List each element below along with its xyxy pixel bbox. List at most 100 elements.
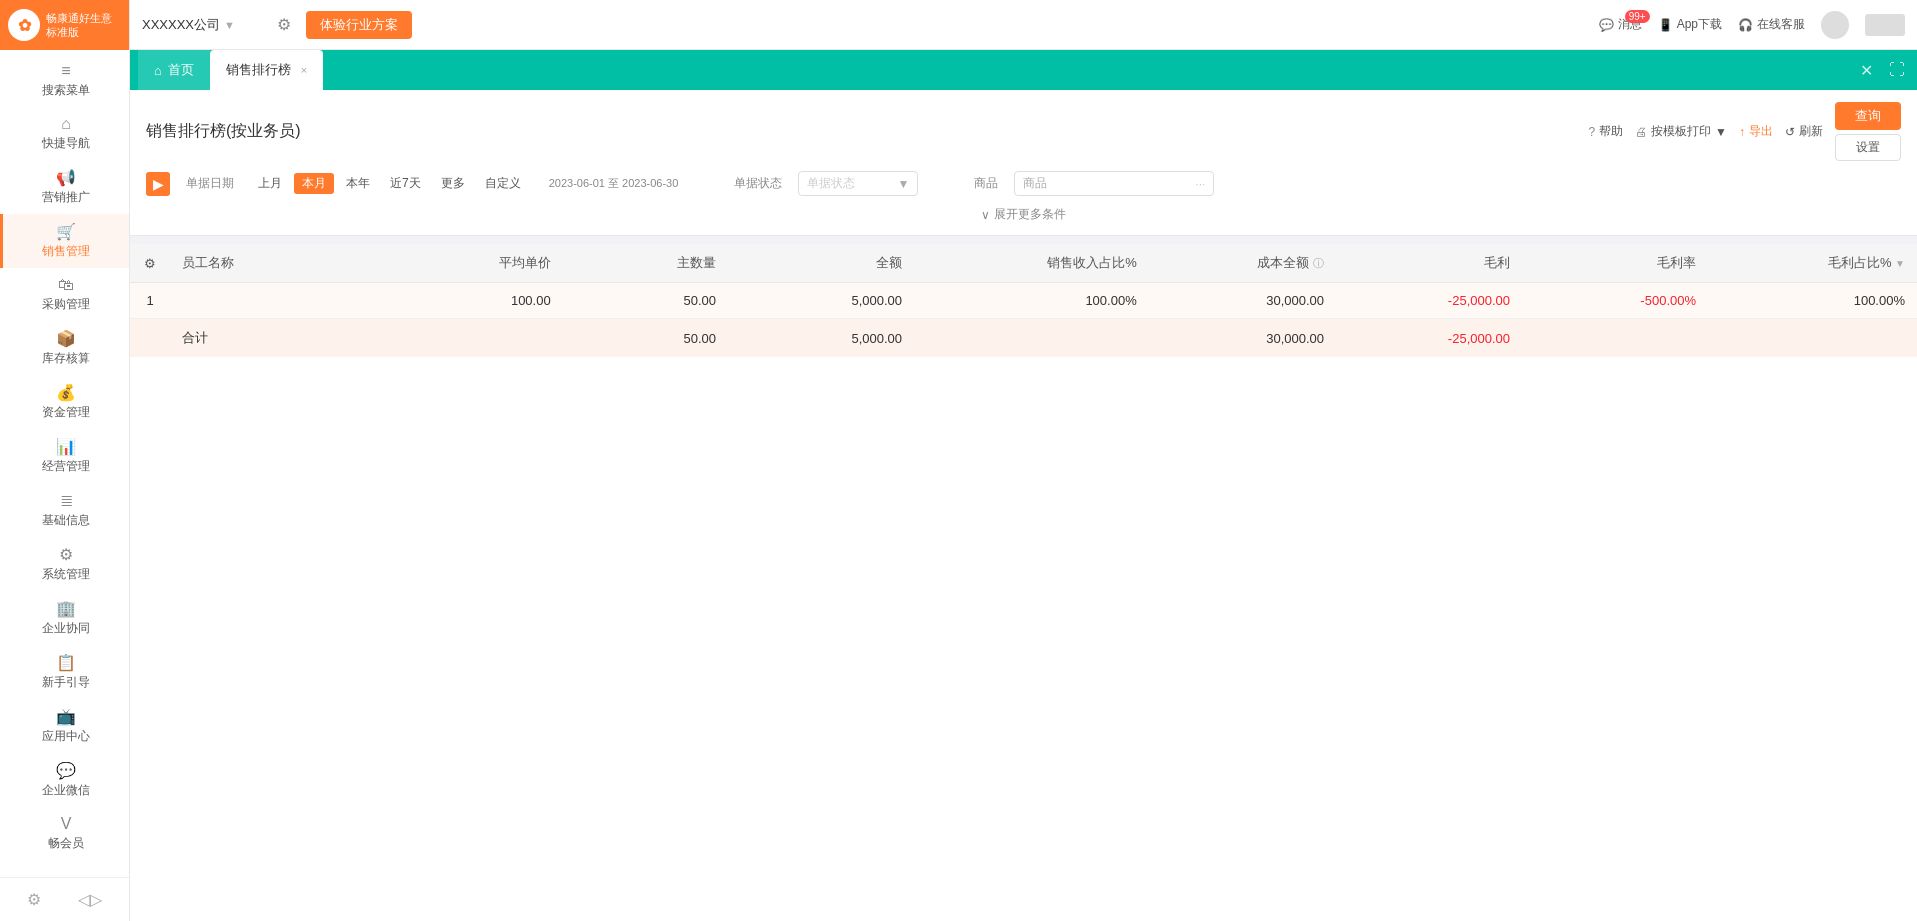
- date-tab-上月[interactable]: 上月: [250, 173, 290, 194]
- content-area: 销售排行榜(按业务员) ? 帮助 🖨 按模板打印 ▼ ↑ 导出: [130, 90, 1917, 921]
- sidebar-collapse-btn[interactable]: ◁▷: [74, 886, 106, 913]
- query-button[interactable]: 查询: [1835, 102, 1901, 130]
- print-dropdown-arrow[interactable]: ▼: [1715, 125, 1727, 139]
- nav-icon-sales: 🛒: [56, 222, 76, 241]
- date-tab-本月[interactable]: 本月: [294, 173, 334, 194]
- date-tab-本年[interactable]: 本年: [338, 173, 378, 194]
- app-download-label: App下载: [1677, 16, 1722, 33]
- message-btn[interactable]: 💬 消息 99+: [1599, 16, 1642, 33]
- footer-avg-price: [377, 319, 563, 358]
- online-service-btn[interactable]: 🎧 在线客服: [1738, 16, 1805, 33]
- margin-pct-sort-icon: ▼: [1895, 258, 1905, 269]
- topbar-settings-btn[interactable]: ⚙: [270, 11, 298, 39]
- sidebar-item-appstore[interactable]: 📺应用中心: [0, 699, 129, 753]
- cell-amount: 5,000.00: [728, 283, 914, 319]
- sidebar-settings-btn[interactable]: ⚙: [23, 886, 45, 913]
- date-label: 单据日期: [186, 175, 234, 192]
- main-area: XXXXXX公司 ▼ ⚙ 体验行业方案 💬 消息 99+ 📱 App下载 🎧 在…: [130, 0, 1917, 921]
- cell-sales-pct: 100.00%: [914, 283, 1149, 319]
- nav-label-wechat: 企业微信: [42, 782, 90, 799]
- nav-label-search: 搜索菜单: [42, 82, 90, 99]
- date-tab-更多[interactable]: 更多: [433, 173, 473, 194]
- nav-icon-finance: 💰: [56, 383, 76, 402]
- sidebar-item-sales[interactable]: 🛒销售管理: [0, 214, 129, 268]
- sidebar-item-inventory[interactable]: 📦 库存核算: [0, 321, 129, 375]
- sidebar-item-purchase[interactable]: 🛍采购管理: [0, 268, 129, 321]
- sidebar-item-basic[interactable]: ≣基础信息: [0, 483, 129, 537]
- date-tab-近7天[interactable]: 近7天: [382, 173, 429, 194]
- cell-index: 1: [130, 283, 170, 319]
- goods-input[interactable]: 商品 ···: [1014, 171, 1214, 196]
- date-tabs: 上月本月本年近7天更多自定义: [250, 173, 529, 194]
- sidebar-item-marketing[interactable]: 📢营销推广: [0, 160, 129, 214]
- filter-expand-arrow[interactable]: ▶: [146, 172, 170, 196]
- export-btn[interactable]: ↑ 导出: [1739, 123, 1773, 140]
- date-tab-自定义[interactable]: 自定义: [477, 173, 529, 194]
- logo-text: 畅康通好生意 标准版: [46, 11, 112, 40]
- nav-icon-guide: 📋: [56, 653, 76, 672]
- cell-margin-pct: 100.00%: [1708, 283, 1917, 319]
- tab-sales-ranking-label: 销售排行榜: [226, 61, 291, 79]
- company-dropdown-arrow: ▼: [224, 19, 235, 31]
- tabbar-maximize-btn[interactable]: ⛶: [1885, 57, 1909, 83]
- sidebar-bottom: ⚙ ◁▷: [0, 877, 129, 921]
- sidebar-item-shortcut[interactable]: ⌂快捷导航: [0, 107, 129, 160]
- tab-sales-ranking[interactable]: 销售排行榜 ×: [210, 50, 323, 90]
- message-icon: 💬: [1599, 18, 1614, 32]
- tab-close-icon[interactable]: ×: [301, 64, 307, 76]
- print-icon: 🖨: [1635, 125, 1647, 139]
- refresh-icon: ↺: [1785, 125, 1795, 139]
- nav-label-inventory: 库存核算: [42, 350, 90, 367]
- nav-label-guide: 新手引导: [42, 674, 90, 691]
- nav-icon-collab: 🏢: [56, 599, 76, 618]
- print-label: 按模板打印: [1651, 123, 1711, 140]
- tabbar: ⌂ 首页 销售排行榜 × ✕ ⛶: [130, 50, 1917, 90]
- th-cost: 成本全额 ⓘ: [1149, 244, 1336, 283]
- page-header: 销售排行榜(按业务员) ? 帮助 🖨 按模板打印 ▼ ↑ 导出: [130, 90, 1917, 236]
- page-title-row: 销售排行榜(按业务员) ? 帮助 🖨 按模板打印 ▼ ↑ 导出: [146, 102, 1901, 171]
- expand-more-label: 展开更多条件: [994, 206, 1066, 223]
- sidebar-nav: ≡搜索菜单⌂快捷导航📢营销推广🛒销售管理🛍采购管理 📦 库存核算 💰 资金管理 📊经营管理…: [0, 50, 129, 877]
- print-btn[interactable]: 🖨 按模板打印 ▼: [1635, 123, 1727, 140]
- sidebar-item-operations[interactable]: 📊经营管理: [0, 429, 129, 483]
- page-actions: ? 帮助 🖨 按模板打印 ▼ ↑ 导出 ↺ 刷新: [1588, 102, 1901, 161]
- nav-label-shortcut: 快捷导航: [42, 135, 90, 152]
- tab-home[interactable]: ⌂ 首页: [138, 50, 210, 90]
- trial-button[interactable]: 体验行业方案: [306, 11, 412, 39]
- status-select[interactable]: 单据状态 ▼: [798, 171, 918, 196]
- sidebar-item-finance[interactable]: 💰 资金管理: [0, 375, 129, 429]
- export-icon: ↑: [1739, 125, 1745, 139]
- sidebar-item-wechat[interactable]: 💬企业微信: [0, 753, 129, 807]
- data-table-container: ⚙ 员工名称 平均单价 主数量 全额 销售收入占比% 成本全额 ⓘ 毛利 毛利率…: [130, 244, 1917, 921]
- refresh-label: 刷新: [1799, 123, 1823, 140]
- footer-cost: 30,000.00: [1149, 319, 1336, 358]
- cost-help-icon: ⓘ: [1313, 257, 1324, 269]
- nav-icon-inventory: 📦: [56, 329, 76, 348]
- export-label: 导出: [1749, 123, 1773, 140]
- nav-label-finance: 资金管理: [42, 404, 90, 421]
- refresh-btn[interactable]: ↺ 刷新: [1785, 123, 1823, 140]
- app-download-icon: 📱: [1658, 18, 1673, 32]
- sidebar-item-system[interactable]: ⚙系统管理: [0, 537, 129, 591]
- sidebar-item-guide[interactable]: 📋 新手引导: [0, 645, 129, 699]
- sidebar-item-member[interactable]: V畅会员: [0, 807, 129, 860]
- sidebar-item-search[interactable]: ≡搜索菜单: [0, 54, 129, 107]
- cell-profit: -25,000.00: [1336, 283, 1522, 319]
- expand-more-conditions[interactable]: ∨ 展开更多条件: [146, 202, 1901, 227]
- company-selector[interactable]: XXXXXX公司 ▼: [142, 16, 262, 34]
- nav-label-operations: 经营管理: [42, 458, 90, 475]
- th-margin-rate: 毛利率: [1522, 244, 1708, 283]
- tabbar-close-all-btn[interactable]: ✕: [1856, 57, 1877, 84]
- user-avatar[interactable]: [1821, 11, 1849, 39]
- footer-margin-rate: [1522, 319, 1708, 358]
- settings-button[interactable]: 设置: [1835, 134, 1901, 161]
- sidebar-item-collab[interactable]: 🏢企业协同: [0, 591, 129, 645]
- tab-home-label: 首页: [168, 61, 194, 79]
- nav-icon-basic: ≣: [60, 491, 73, 510]
- filter-row-1: ▶ 单据日期 上月本月本年近7天更多自定义 2023-06-01 至 2023-…: [146, 171, 1901, 196]
- nav-label-appstore: 应用中心: [42, 728, 90, 745]
- app-download-btn[interactable]: 📱 App下载: [1658, 16, 1722, 33]
- help-btn[interactable]: ? 帮助: [1588, 123, 1623, 140]
- nav-label-purchase: 采购管理: [42, 296, 90, 313]
- footer-sales-pct: [914, 319, 1149, 358]
